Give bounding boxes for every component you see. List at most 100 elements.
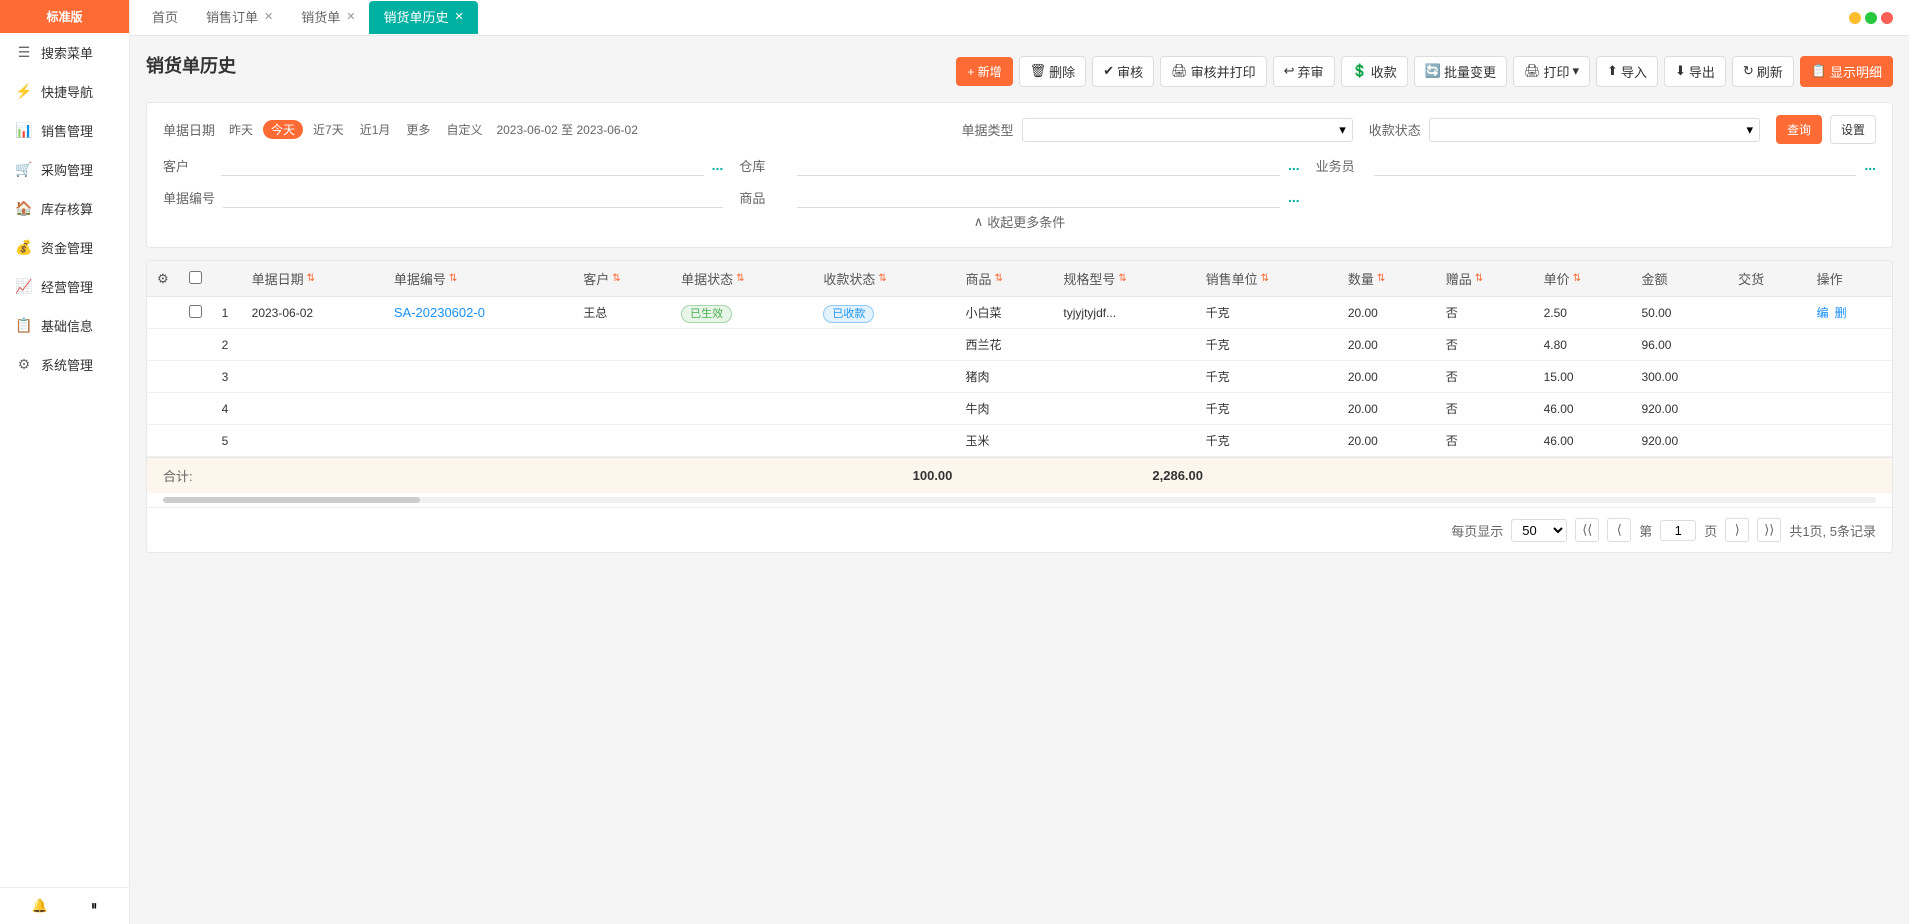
warehouse-input[interactable] — [797, 154, 1280, 176]
tab-close-sales-history[interactable]: ✕ — [455, 10, 464, 23]
last-page-btn[interactable]: ⟩⟩ — [1757, 518, 1781, 542]
row-settings-cell — [147, 361, 179, 393]
tab-sales-history[interactable]: 销货单历史 ✕ — [369, 1, 477, 34]
col-price[interactable]: 单价 ⇅ — [1534, 261, 1632, 297]
row-delete-btn[interactable]: 删 — [1835, 304, 1847, 321]
col-unit[interactable]: 销售单位 ⇅ — [1196, 261, 1338, 297]
new-button[interactable]: + 新增 — [956, 57, 1012, 86]
row-spec-cell — [1053, 425, 1195, 457]
col-doc-status[interactable]: 单据状态 ⇅ — [671, 261, 813, 297]
date-btn-7days[interactable]: 近7天 — [307, 120, 350, 139]
sidebar-notification-icon[interactable]: 🔔 — [32, 898, 48, 914]
sidebar-item-sales-mgmt[interactable]: 📊 销售管理 — [0, 111, 129, 150]
collect-icon: 💲 — [1352, 63, 1368, 79]
col-doc-status-label: 单据状态 — [681, 269, 733, 288]
table-row: 2 西兰花 千克 20.00 否 4.80 96.00 — [147, 329, 1892, 361]
abandon-icon: ↩ — [1284, 63, 1295, 79]
collapse-up-icon: ∧ — [974, 214, 984, 230]
date-btn-yesterday[interactable]: 昨天 — [223, 120, 259, 139]
settings-button[interactable]: 设置 — [1830, 115, 1876, 144]
sidebar-item-label: 快捷导航 — [41, 82, 93, 101]
col-doc-date-label: 单据日期 — [252, 269, 304, 288]
edit-btn[interactable]: 编 — [1817, 304, 1829, 321]
scrollbar-thumb[interactable] — [163, 497, 420, 503]
print-button[interactable]: 🖨 打印 ▾ — [1513, 56, 1590, 87]
abandon-button[interactable]: ↩ 弃审 — [1273, 56, 1335, 87]
row-amount-cell: 300.00 — [1631, 361, 1728, 393]
sidebar-item-system-mgmt[interactable]: ⚙ 系统管理 — [0, 345, 129, 384]
warehouse-picker-btn[interactable]: ... — [1288, 157, 1300, 173]
sidebar-item-basic-info[interactable]: 📋 基础信息 — [0, 306, 129, 345]
sidebar-pause-icon[interactable]: ⏸ — [91, 898, 98, 914]
date-btn-1month[interactable]: 近1月 — [354, 120, 397, 139]
import-button[interactable]: ⬆ 导入 — [1596, 56, 1658, 87]
doc-number-input[interactable] — [223, 186, 723, 208]
sidebar-item-purchase-mgmt[interactable]: 🛒 采购管理 — [0, 150, 129, 189]
per-page-select[interactable]: 50 100 200 — [1511, 519, 1567, 542]
sidebar-item-finance[interactable]: 💰 资金管理 — [0, 228, 129, 267]
customer-input[interactable] — [221, 154, 704, 176]
row-transaction-cell — [1728, 425, 1806, 457]
window-minimize-btn[interactable] — [1849, 12, 1861, 24]
col-gift[interactable]: 赠品 ⇅ — [1436, 261, 1534, 297]
sidebar-item-operations[interactable]: 📈 经营管理 — [0, 267, 129, 306]
first-page-btn[interactable]: ⟨⟨ — [1575, 518, 1599, 542]
salesperson-input[interactable] — [1374, 154, 1857, 176]
col-doc-date[interactable]: 单据日期 ⇅ — [242, 261, 384, 297]
col-spec[interactable]: 规格型号 ⇅ — [1053, 261, 1195, 297]
date-btn-more[interactable]: 更多 — [400, 120, 436, 139]
show-detail-button[interactable]: 📋 显示明细 — [1800, 56, 1893, 87]
sidebar-item-quick-nav[interactable]: ⚡ 快捷导航 — [0, 72, 129, 111]
tab-sales-order[interactable]: 销售订单 ✕ — [192, 1, 287, 34]
salesperson-picker-btn[interactable]: ... — [1864, 157, 1876, 173]
row-doc-date-cell: 2023-06-02 — [242, 297, 384, 329]
tab-close-sales-goods[interactable]: ✕ — [346, 10, 355, 23]
row-goods-cell: 玉米 — [956, 425, 1054, 457]
doc-type-label: 单据类型 — [961, 120, 1013, 139]
row-checkbox[interactable] — [189, 305, 202, 318]
next-page-btn[interactable]: ⟩ — [1725, 518, 1749, 542]
audit-print-button[interactable]: 🖨 审核并打印 — [1160, 56, 1267, 87]
tab-close-sales-order[interactable]: ✕ — [264, 10, 273, 23]
doc-type-select[interactable]: ▾ — [1022, 118, 1353, 142]
refresh-button[interactable]: ↻ 刷新 — [1732, 56, 1794, 87]
row-gift-cell: 否 — [1436, 329, 1534, 361]
sidebar-item-search-menu[interactable]: ☰ 搜索菜单 — [0, 33, 129, 72]
tab-sales-goods[interactable]: 销货单 ✕ — [287, 1, 369, 34]
col-goods[interactable]: 商品 ⇅ — [956, 261, 1054, 297]
select-all-checkbox[interactable] — [189, 271, 202, 284]
query-button[interactable]: 查询 — [1776, 115, 1822, 144]
date-btn-custom[interactable]: 自定义 — [440, 120, 488, 139]
collect-button[interactable]: 💲 收款 — [1341, 56, 1408, 87]
sidebar-item-inventory[interactable]: 🏠 库存核算 — [0, 189, 129, 228]
payment-status-select[interactable]: ▾ — [1429, 118, 1760, 142]
delete-button[interactable]: 🗑 删除 — [1019, 56, 1087, 87]
col-doc-number[interactable]: 单据编号 ⇅ — [384, 261, 573, 297]
prev-page-btn[interactable]: ⟨ — [1607, 518, 1631, 542]
collapse-filter-btn[interactable]: ∧ 收起更多条件 — [163, 208, 1876, 235]
doc-number-link[interactable]: SA-20230602-0 — [394, 305, 485, 320]
col-customer[interactable]: 客户 ⇅ — [573, 261, 671, 297]
sidebar-item-label: 库存核算 — [41, 199, 93, 218]
date-btn-today[interactable]: 今天 — [263, 120, 303, 139]
window-close-btn[interactable] — [1881, 12, 1893, 24]
col-gift-label: 赠品 — [1446, 269, 1472, 288]
export-button[interactable]: ⬇ 导出 — [1664, 56, 1726, 87]
customer-picker-btn[interactable]: ... — [712, 157, 724, 173]
tab-home[interactable]: 首页 — [138, 1, 192, 34]
goods-input[interactable] — [797, 186, 1280, 208]
col-payment-status[interactable]: 收款状态 ⇅ — [813, 261, 955, 297]
sidebar: 标准版 ☰ 搜索菜单 ⚡ 快捷导航 📊 销售管理 🛒 采购管理 🏠 库存核算 💰… — [0, 0, 130, 924]
batch-change-button[interactable]: 🔄 批量变更 — [1414, 56, 1507, 87]
data-table-container: ⚙ 单据日期 ⇅ — [146, 260, 1893, 553]
window-maximize-btn[interactable] — [1865, 12, 1877, 24]
col-settings[interactable]: ⚙ — [147, 261, 179, 297]
audit-button[interactable]: ✔ 审核 — [1092, 56, 1154, 87]
goods-picker-btn[interactable]: ... — [1288, 189, 1300, 205]
table-settings-icon[interactable]: ⚙ — [157, 271, 169, 286]
col-qty[interactable]: 数量 ⇅ — [1338, 261, 1436, 297]
sales-mgmt-icon: 📊 — [15, 122, 33, 139]
page-number-input[interactable]: 1 — [1660, 520, 1696, 541]
row-price-cell: 4.80 — [1534, 329, 1632, 361]
horizontal-scrollbar[interactable] — [147, 493, 1892, 507]
